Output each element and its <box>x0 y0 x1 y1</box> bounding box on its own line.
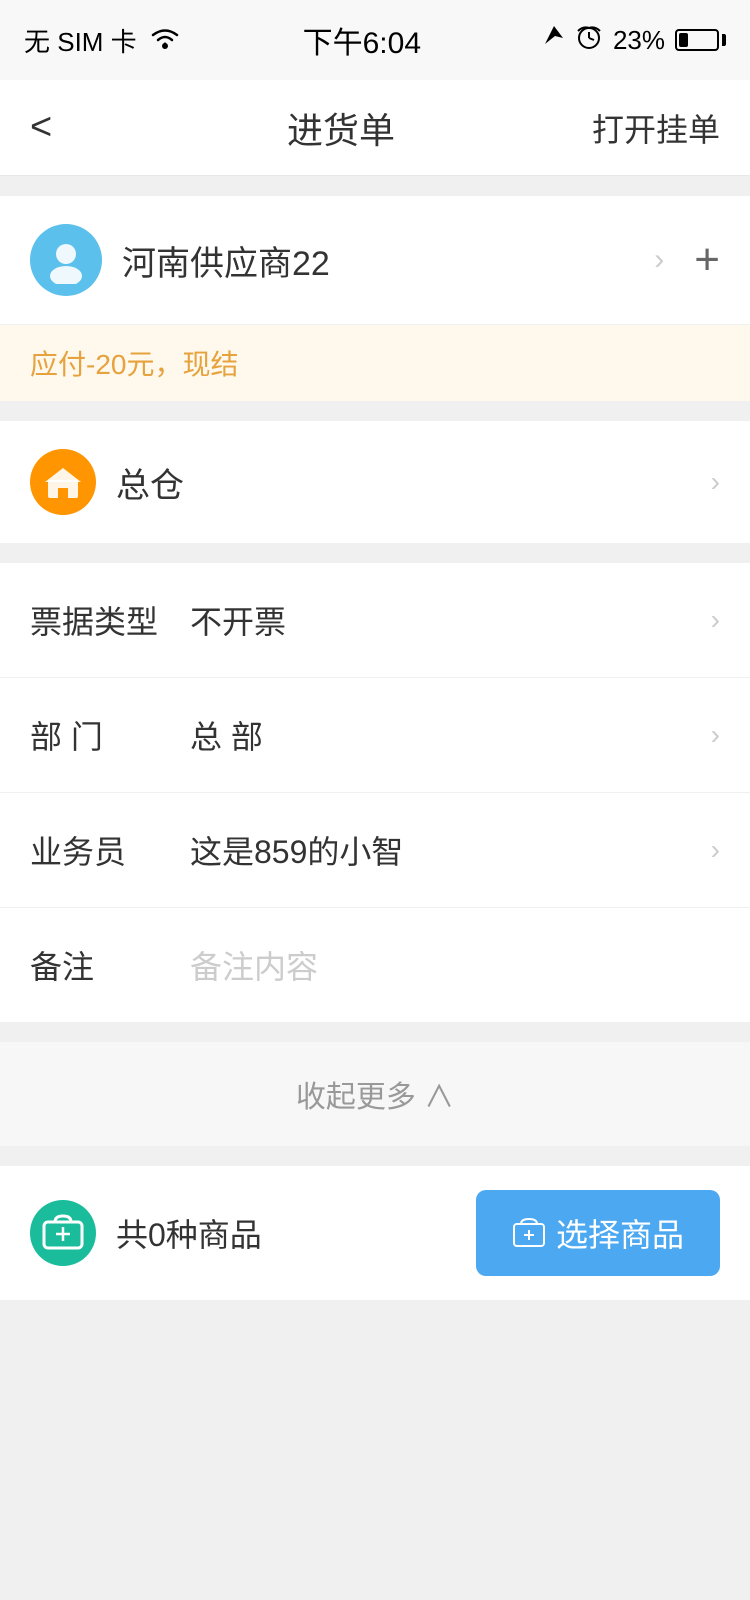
status-right: 23% <box>543 23 726 58</box>
product-count: 共0种商品 <box>116 1210 476 1256</box>
page-background <box>0 1300 750 1600</box>
form-section: 票据类型 不开票 › 部 门 总 部 › 业务员 这是859的小智 › 备注 备… <box>0 563 750 1022</box>
supplier-name: 河南供应商22 <box>122 236 654 285</box>
page-title: 进货单 <box>287 102 395 154</box>
carrier-text: 无 SIM 卡 <box>24 22 137 59</box>
warehouse-row[interactable]: 总仓 › <box>0 421 750 543</box>
warehouse-section: 总仓 › <box>0 421 750 543</box>
salesperson-arrow-icon: › <box>711 834 720 866</box>
battery-icon <box>675 29 726 51</box>
open-pending-button[interactable]: 打开挂单 <box>592 105 720 151</box>
department-arrow-icon: › <box>711 719 720 751</box>
section-divider-1 <box>0 176 750 196</box>
status-left: 无 SIM 卡 <box>24 22 181 59</box>
salesperson-row[interactable]: 业务员 这是859的小智 › <box>0 793 750 908</box>
salesperson-label: 业务员 <box>30 827 190 873</box>
alert-banner: 应付-20元，现结 <box>0 325 750 401</box>
product-bar: 共0种商品 选择商品 <box>0 1166 750 1300</box>
warehouse-arrow-icon: › <box>711 466 720 498</box>
supplier-arrow-icon: › <box>654 243 664 277</box>
collapse-button[interactable]: 收起更多 ∧ <box>0 1042 750 1146</box>
warehouse-icon <box>30 449 96 515</box>
nav-bar: < 进货单 打开挂单 <box>0 80 750 176</box>
collapse-label: 收起更多 ∧ <box>296 1072 454 1116</box>
remark-row[interactable]: 备注 备注内容 <box>0 908 750 1022</box>
alarm-icon <box>575 23 603 58</box>
invoice-type-value: 不开票 <box>190 597 711 643</box>
select-product-button[interactable]: 选择商品 <box>476 1190 720 1276</box>
battery-percent: 23% <box>613 25 665 56</box>
wifi-icon <box>149 24 181 57</box>
add-supplier-button[interactable]: + <box>694 235 720 285</box>
invoice-type-row[interactable]: 票据类型 不开票 › <box>0 563 750 678</box>
department-row[interactable]: 部 门 总 部 › <box>0 678 750 793</box>
status-bar: 无 SIM 卡 下午6:04 23% <box>0 0 750 80</box>
department-value: 总 部 <box>190 712 711 758</box>
location-icon <box>543 24 565 57</box>
department-label: 部 门 <box>30 712 190 758</box>
product-icon <box>30 1200 96 1266</box>
status-time: 下午6:04 <box>303 18 421 62</box>
invoice-type-arrow-icon: › <box>711 604 720 636</box>
remark-label: 备注 <box>30 942 190 988</box>
supplier-avatar <box>30 224 102 296</box>
supplier-row[interactable]: 河南供应商22 › + <box>0 196 750 325</box>
back-button[interactable]: < <box>30 106 90 149</box>
remark-input[interactable]: 备注内容 <box>190 942 720 988</box>
salesperson-value: 这是859的小智 <box>190 827 711 873</box>
section-divider-2 <box>0 401 750 421</box>
supplier-section: 河南供应商22 › + 应付-20元，现结 <box>0 196 750 401</box>
invoice-type-label: 票据类型 <box>30 597 190 643</box>
warehouse-name: 总仓 <box>116 458 711 507</box>
select-product-label: 选择商品 <box>556 1210 684 1256</box>
